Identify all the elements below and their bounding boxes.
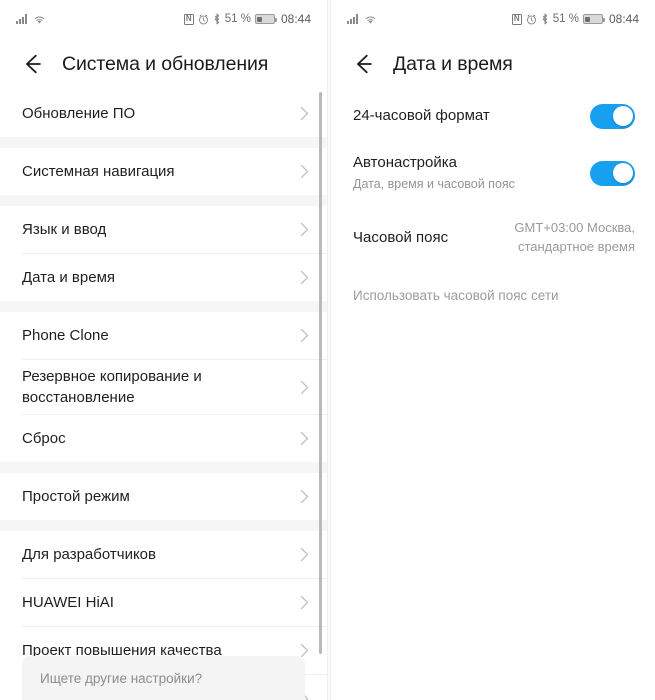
back-arrow-icon[interactable] (349, 49, 379, 79)
settings-row-label: Системная навигация (22, 163, 175, 180)
chevron-right-icon (290, 431, 309, 446)
app-bar-left: Система и обновления (0, 38, 327, 90)
status-bar-right-icons: N 51 % 08:44 (183, 12, 311, 26)
status-bar-left-icons (16, 14, 46, 25)
chevron-right-icon (290, 595, 309, 610)
toggle-knob (612, 106, 633, 126)
settings-row-phone-clone[interactable]: Phone Clone (0, 312, 327, 359)
settings-group: Phone Clone Резервное копирование и восс… (0, 312, 327, 462)
group-separator (0, 301, 327, 312)
network-timezone-note: Использовать часовой пояс сети (353, 288, 559, 303)
battery-icon (254, 14, 277, 24)
right-phone-screen: N 51 % 08:44 Дата и время 24-часовой фор… (331, 0, 655, 700)
settings-row-huawei-hiai[interactable]: HUAWEI HiAI (0, 579, 327, 626)
chevron-right-icon (290, 328, 309, 343)
chevron-right-icon (290, 489, 309, 504)
chevron-right-icon (290, 547, 309, 562)
toggle-auto-sync[interactable] (590, 160, 635, 186)
search-input-placeholder: Ищете другие настройки? (40, 670, 203, 686)
dual-screenshot-container: N 51 % 08:44 Система и обновления Обновл… (0, 0, 655, 700)
settings-row-label: HUAWEI HiAI (22, 594, 114, 611)
wifi-icon (33, 14, 46, 25)
settings-group: Обновление ПО (0, 90, 327, 137)
settings-list: Обновление ПО Системная навигация Язык и… (0, 90, 327, 700)
setting-row-timezone[interactable]: Часовой пояс GMT+03:00 Москва, стандартн… (331, 204, 655, 272)
nfc-icon: N (511, 13, 522, 25)
row-texts: Автонастройка Дата, время и часовой пояс (353, 153, 515, 193)
page-title: Дата и время (393, 52, 513, 75)
group-separator (0, 195, 327, 206)
row-control (576, 103, 635, 129)
chevron-right-icon (290, 380, 309, 395)
back-arrow-icon[interactable] (18, 49, 48, 79)
nfc-icon: N (183, 13, 194, 25)
row-texts: 24-часовой формат (353, 106, 490, 126)
chevron-right-icon (290, 270, 309, 285)
date-time-settings: 24-часовой формат Автонастройка Дата, вр… (331, 90, 655, 305)
signal-bars-icon (16, 14, 28, 24)
battery-icon (582, 14, 605, 24)
wifi-icon (364, 14, 377, 25)
settings-row-label: Резервное копирование и восстановление (22, 368, 202, 406)
toggle-24h-format[interactable] (590, 103, 635, 129)
status-bar-left: N 51 % 08:44 (0, 0, 327, 38)
chevron-right-icon (290, 106, 309, 121)
timezone-value: GMT+03:00 Москва, стандартное время (514, 220, 635, 254)
setting-row-auto-sync[interactable]: Автонастройка Дата, время и часовой пояс (331, 142, 655, 204)
battery-percent-label: 51 % (552, 13, 579, 25)
scrollbar-track (319, 90, 322, 700)
setting-subtitle: Дата, время и часовой пояс (353, 177, 515, 191)
settings-row-label: Для разработчиков (22, 546, 156, 563)
setting-title: 24-часовой формат (353, 107, 490, 124)
settings-group: Язык и ввод Дата и время (0, 206, 327, 301)
left-phone-screen: N 51 % 08:44 Система и обновления Обновл… (0, 0, 327, 700)
status-bar-clock: 08:44 (280, 12, 311, 26)
status-bar-right-icons: N 51 % 08:44 (511, 12, 639, 26)
settings-row-developer-options[interactable]: Для разработчиков (0, 531, 327, 578)
settings-row-backup-restore[interactable]: Резервное копирование и восстановление (0, 360, 327, 414)
app-bar-right: Дата и время (331, 38, 655, 90)
settings-row-label: Сброс (22, 430, 66, 447)
status-bar-right: N 51 % 08:44 (331, 0, 655, 38)
group-separator (0, 520, 327, 531)
setting-row-24h-format[interactable]: 24-часовой формат (331, 90, 655, 142)
alarm-clock-icon (526, 14, 537, 25)
row-control (576, 160, 635, 186)
setting-title: Автонастройка (353, 154, 457, 171)
alarm-clock-icon (198, 14, 209, 25)
page-title: Система и обновления (62, 52, 269, 75)
chevron-right-icon (290, 222, 309, 237)
settings-row-software-update[interactable]: Обновление ПО (0, 90, 327, 137)
bluetooth-icon (541, 13, 549, 25)
settings-row-label: Обновление ПО (22, 105, 136, 122)
settings-row-label: Дата и время (22, 269, 116, 286)
settings-row-date-time[interactable]: Дата и время (0, 254, 327, 301)
timezone-label: Часовой пояс (353, 229, 449, 246)
settings-row-reset[interactable]: Сброс (0, 415, 327, 462)
group-separator (0, 462, 327, 473)
status-bar-left-icons (347, 14, 377, 25)
settings-row-system-navigation[interactable]: Системная навигация (0, 148, 327, 195)
settings-group: Простой режим (0, 473, 327, 520)
chevron-right-icon (290, 164, 309, 179)
toggle-knob (612, 163, 633, 183)
settings-row-language-input[interactable]: Язык и ввод (0, 206, 327, 253)
status-bar-clock: 08:44 (608, 12, 639, 26)
settings-row-label: Простой режим (22, 488, 130, 505)
battery-percent-label: 51 % (224, 13, 251, 25)
signal-bars-icon (347, 14, 359, 24)
search-input[interactable]: Ищете другие настройки? (22, 656, 305, 700)
settings-row-simple-mode[interactable]: Простой режим (0, 473, 327, 520)
group-separator (0, 137, 327, 148)
scrollbar-thumb[interactable] (319, 92, 322, 654)
bluetooth-icon (213, 13, 221, 25)
settings-row-label: Язык и ввод (22, 221, 107, 238)
settings-group: Системная навигация (0, 148, 327, 195)
settings-row-label: Phone Clone (22, 327, 109, 344)
